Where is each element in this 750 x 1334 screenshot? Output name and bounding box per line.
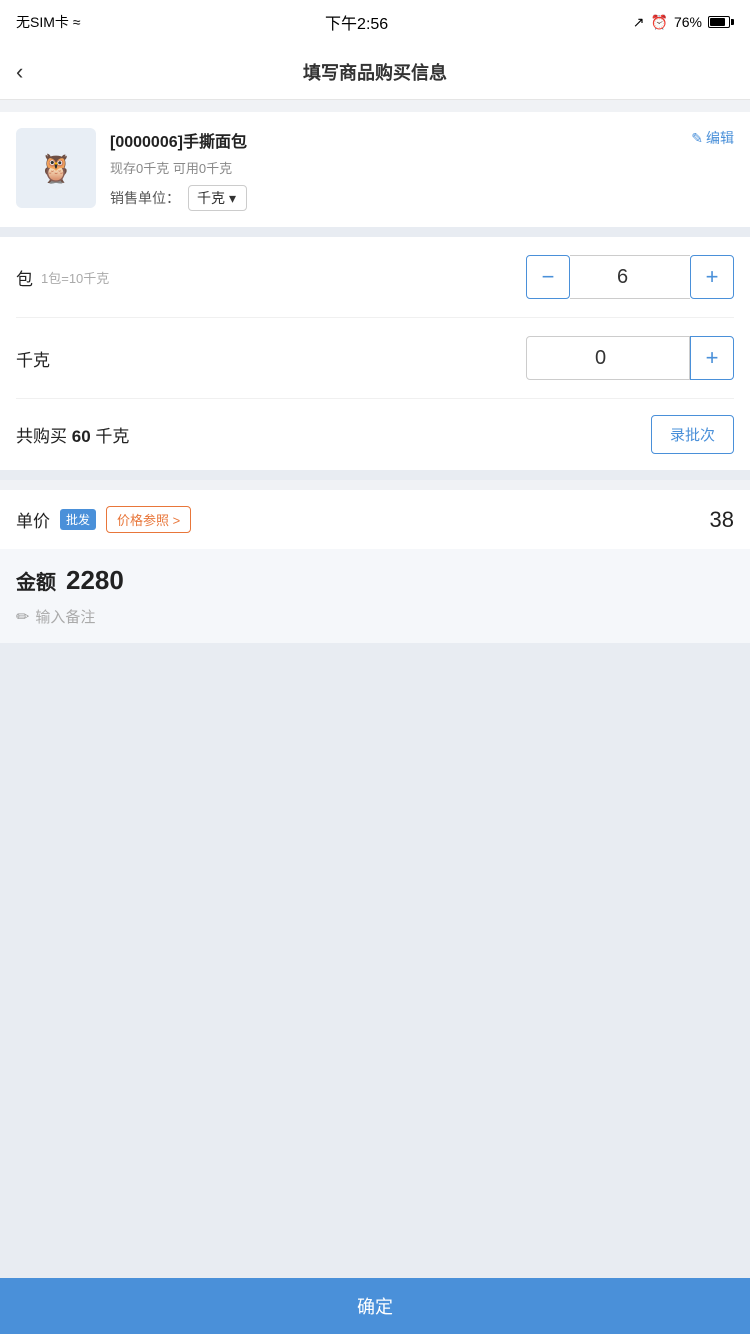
status-left: 无SIM卡 ≈ bbox=[16, 12, 80, 32]
edit-button[interactable]: ✎ 编辑 bbox=[691, 128, 734, 148]
product-info: [0000006]手撕面包 ✎ 编辑 现存0千克 可用0千克 销售单位： 千克 … bbox=[110, 128, 734, 211]
unit-label: 销售单位： bbox=[110, 188, 180, 208]
nav-bar: ‹ 填写商品购买信息 bbox=[0, 44, 750, 100]
amount-section: 金额 2280 ✏ 输入备注 bbox=[0, 549, 750, 643]
location-icon: ↗ bbox=[633, 14, 645, 31]
product-name-row: [0000006]手撕面包 ✎ 编辑 bbox=[110, 128, 734, 152]
unit-value: 千克 bbox=[197, 188, 225, 208]
confirm-label: 确定 bbox=[357, 1293, 393, 1319]
edit-icon: ✎ bbox=[691, 130, 703, 147]
product-thumbnail: 🦉 bbox=[16, 128, 96, 208]
note-placeholder: 输入备注 bbox=[35, 606, 95, 627]
price-section: 单价 批发 价格参照 > 38 bbox=[0, 490, 750, 549]
total-section: 共购买 60 千克 录批次 bbox=[0, 399, 750, 470]
separator-1 bbox=[0, 227, 750, 237]
edit-label: 编辑 bbox=[706, 128, 734, 148]
battery-percent: 76% bbox=[674, 14, 702, 30]
total-label-text: 共购买 bbox=[16, 427, 67, 446]
kg-plus-button[interactable]: + bbox=[690, 336, 734, 380]
alarm-icon: ⏰ bbox=[651, 14, 668, 31]
package-plus-button[interactable]: + bbox=[690, 255, 734, 299]
page-title: 填写商品购买信息 bbox=[303, 59, 447, 85]
total-unit: 千克 bbox=[95, 427, 129, 446]
price-label: 单价 bbox=[16, 507, 50, 532]
status-bar: 无SIM卡 ≈ 下午2:56 ↗ ⏰ 76% bbox=[0, 0, 750, 44]
kg-qty-control[interactable]: + bbox=[526, 336, 734, 380]
record-batch-button[interactable]: 录批次 bbox=[651, 415, 734, 454]
price-ref-button[interactable]: 价格参照 > bbox=[106, 506, 191, 533]
battery-icon bbox=[708, 16, 734, 28]
package-qty-input[interactable] bbox=[570, 255, 690, 299]
amount-row: 金额 2280 bbox=[16, 565, 734, 596]
product-unit-row: 销售单位： 千克 ▾ bbox=[110, 185, 734, 211]
unit-selector[interactable]: 千克 ▾ bbox=[188, 185, 247, 211]
back-icon: ‹ bbox=[16, 59, 23, 85]
kg-qty-input[interactable] bbox=[526, 336, 690, 380]
separator-2 bbox=[0, 470, 750, 480]
content-filler bbox=[0, 643, 750, 1278]
amount-label: 金额 bbox=[16, 566, 56, 595]
package-qty-row: 包 1包=10千克 − + bbox=[16, 237, 734, 318]
package-text: 包 bbox=[16, 265, 33, 290]
price-batch-tag: 批发 bbox=[60, 509, 96, 530]
price-row: 单价 批发 价格参照 > 38 bbox=[16, 506, 734, 533]
product-card: 🦉 [0000006]手撕面包 ✎ 编辑 现存0千克 可用0千克 销售单位： 千… bbox=[0, 112, 750, 227]
status-time: 下午2:56 bbox=[325, 10, 388, 34]
package-qty-control[interactable]: − + bbox=[526, 255, 734, 299]
note-row[interactable]: ✏ 输入备注 bbox=[16, 606, 734, 627]
package-minus-button[interactable]: − bbox=[526, 255, 570, 299]
amount-value: 2280 bbox=[66, 565, 124, 596]
unit-dropdown-icon: ▾ bbox=[229, 190, 236, 207]
status-right: ↗ ⏰ 76% bbox=[633, 14, 734, 31]
kg-qty-row: 千克 + bbox=[16, 318, 734, 399]
package-label: 包 1包=10千克 bbox=[16, 265, 109, 290]
confirm-button[interactable]: 确定 bbox=[0, 1278, 750, 1334]
product-name: [0000006]手撕面包 bbox=[110, 128, 247, 152]
product-logo: 🦉 bbox=[39, 152, 74, 185]
product-stock: 现存0千克 可用0千克 bbox=[110, 158, 734, 177]
total-label: 共购买 60 千克 bbox=[16, 422, 129, 447]
note-icon: ✏ bbox=[16, 607, 29, 627]
sim-label: 无SIM卡 ≈ bbox=[16, 12, 80, 32]
kg-label: 千克 bbox=[16, 346, 50, 371]
quantity-section: 包 1包=10千克 − + 千克 + bbox=[0, 237, 750, 399]
package-hint: 1包=10千克 bbox=[41, 268, 109, 287]
price-value: 38 bbox=[710, 507, 734, 533]
total-amount: 60 bbox=[72, 427, 91, 446]
back-button[interactable]: ‹ bbox=[16, 59, 23, 85]
